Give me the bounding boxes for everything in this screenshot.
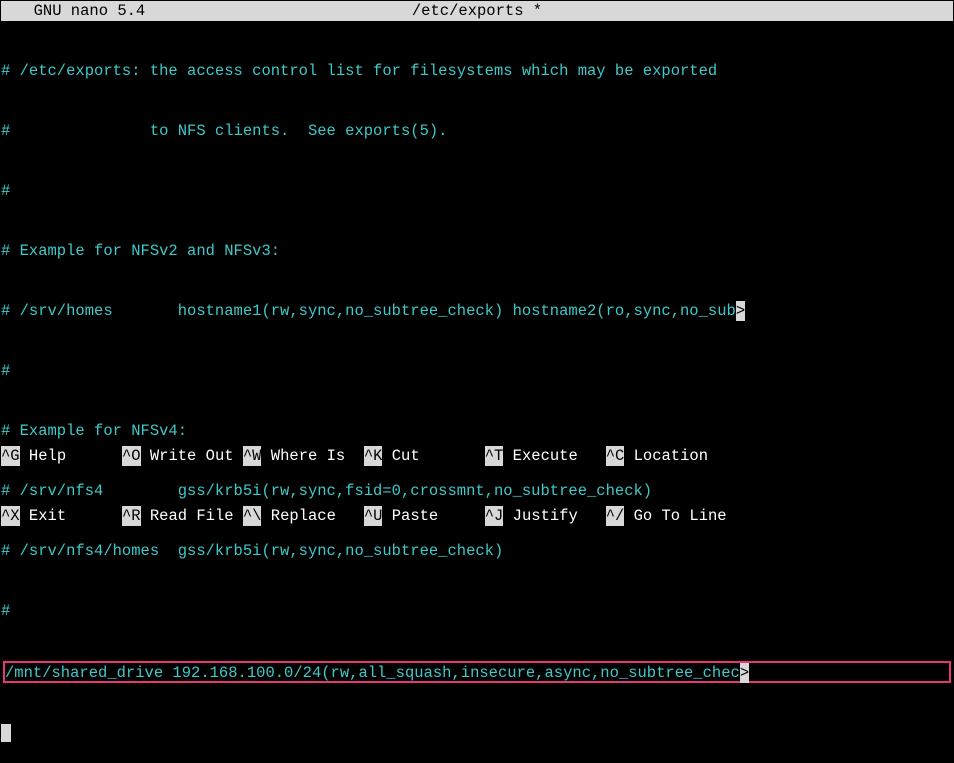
kbd-writeout[interactable]: ^O (122, 446, 141, 466)
kbd-replace[interactable]: ^\ (243, 506, 262, 526)
kbd-whereis[interactable]: ^W (243, 446, 262, 466)
file-line: # (1, 361, 953, 381)
cursor-line (1, 723, 953, 743)
kbd-justify[interactable]: ^J (485, 506, 504, 526)
file-name: /etc/exports * (412, 1, 542, 21)
kbd-execute[interactable]: ^T (485, 446, 504, 466)
kbd-readfile[interactable]: ^R (122, 506, 141, 526)
cursor (1, 724, 11, 742)
file-line: # (1, 601, 953, 621)
overflow-marker: > (736, 301, 745, 321)
overflow-marker: > (740, 663, 749, 683)
file-line: # /srv/homes hostname1(rw,sync,no_subtre… (1, 301, 953, 321)
kbd-cut[interactable]: ^K (364, 446, 383, 466)
file-line: # /etc/exports: the access control list … (1, 61, 953, 81)
file-line: # to NFS clients. See exports(5). (1, 121, 953, 141)
shortcut-bar: ^G Help ^O Write Out ^W Where Is ^K Cut … (1, 406, 953, 546)
kbd-paste[interactable]: ^U (364, 506, 383, 526)
title-bar: GNU nano 5.4 /etc/exports * (1, 1, 953, 21)
shortcut-row: ^G Help ^O Write Out ^W Where Is ^K Cut … (1, 446, 953, 466)
app-name: GNU nano 5.4 (1, 1, 145, 21)
file-line: # (1, 181, 953, 201)
kbd-exit[interactable]: ^X (1, 506, 20, 526)
kbd-location[interactable]: ^C (606, 446, 625, 466)
highlighted-export-line: /mnt/shared_drive 192.168.100.0/24(rw,al… (3, 661, 951, 683)
kbd-help[interactable]: ^G (1, 446, 20, 466)
shortcut-row: ^X Exit ^R Read File ^\ Replace ^U Paste… (1, 506, 953, 526)
file-line: # Example for NFSv2 and NFSv3: (1, 241, 953, 261)
kbd-gotoline[interactable]: ^/ (606, 506, 625, 526)
editor-area[interactable]: # /etc/exports: the access control list … (1, 21, 953, 763)
